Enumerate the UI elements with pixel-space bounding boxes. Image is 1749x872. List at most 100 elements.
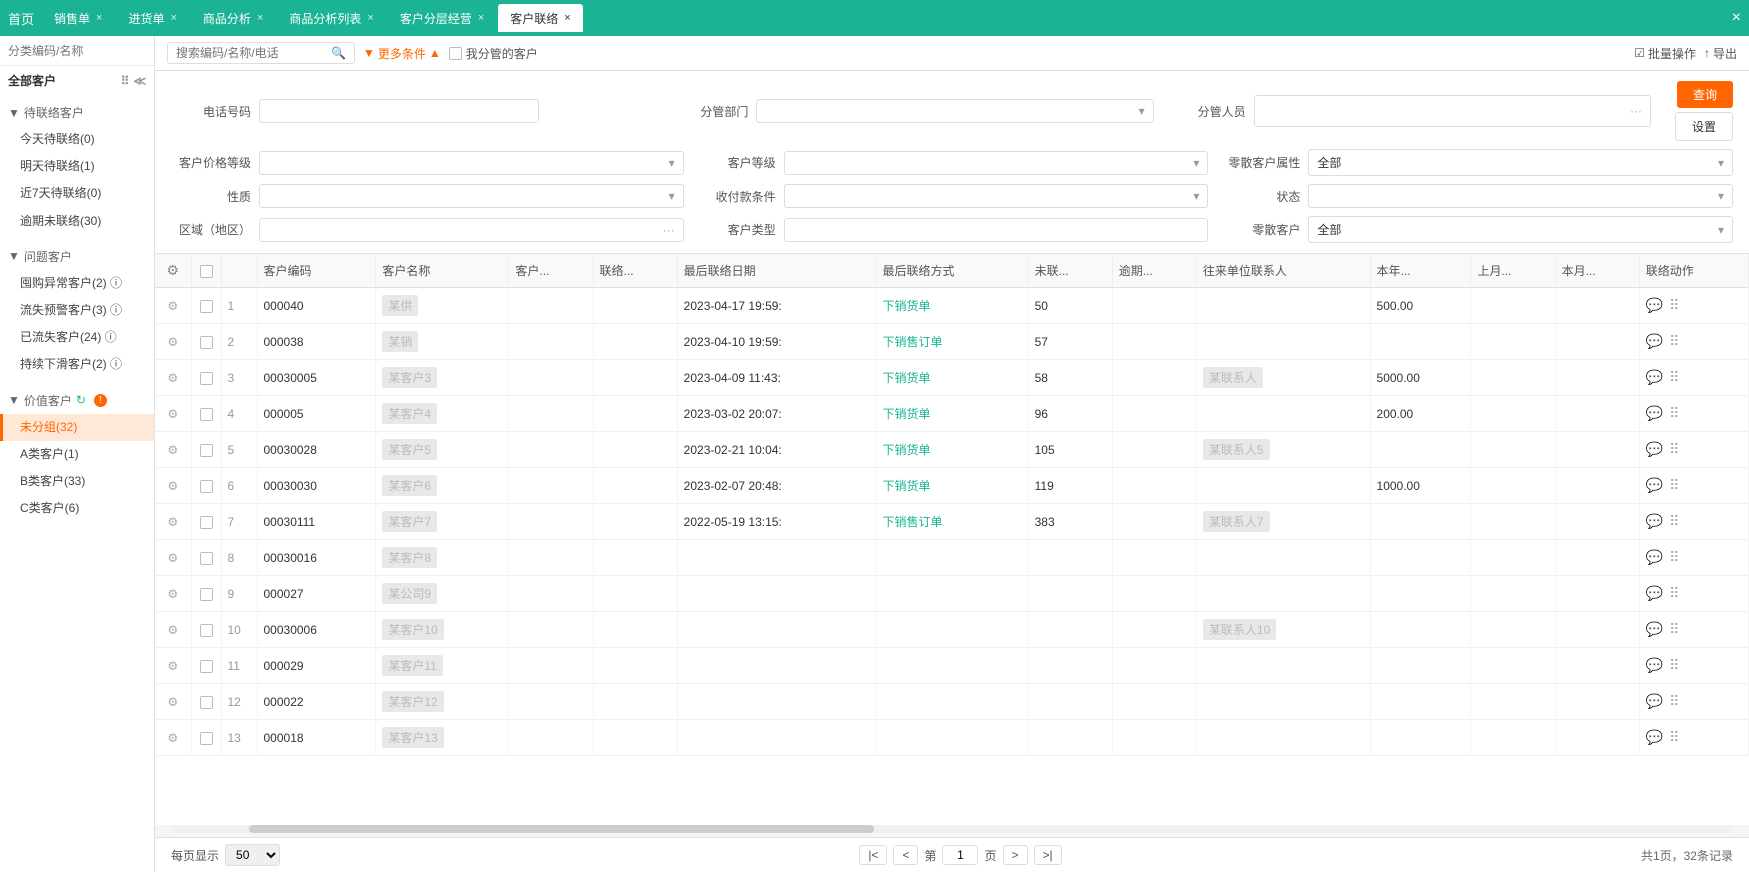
td-settings[interactable]: ⚙ <box>155 648 191 684</box>
sidebar-item-b-class[interactable]: B类客户(33) <box>0 468 154 495</box>
row-checkbox[interactable] <box>200 336 213 349</box>
td-check[interactable] <box>191 360 221 396</box>
payment-select-wrap[interactable]: ▾ <box>784 184 1209 208</box>
sidebar-item-churned[interactable]: 已流失客户(24) ⓘ <box>0 324 154 351</box>
row-checkbox[interactable] <box>200 372 213 385</box>
td-last-contact-method[interactable]: 下销货单 <box>876 468 1028 504</box>
th-settings[interactable]: ⚙ <box>155 254 191 288</box>
row-settings-icon[interactable]: ⚙ <box>167 731 178 745</box>
row-checkbox[interactable] <box>200 696 213 709</box>
region-select[interactable] <box>268 223 663 237</box>
page-number-input[interactable] <box>942 845 978 865</box>
message-icon[interactable]: 💬 <box>1646 369 1663 386</box>
td-settings[interactable]: ⚙ <box>155 684 191 720</box>
contact-method-link[interactable]: 下销货单 <box>882 407 930 421</box>
th-this-month[interactable]: 本月... <box>1555 254 1639 288</box>
tab-purchase-order[interactable]: 进货单 × <box>116 4 188 32</box>
price-level-select[interactable] <box>268 156 665 170</box>
value-customers-group-title[interactable]: ▼ 价值客户 ↻ ! <box>0 387 154 414</box>
pending-contact-group-title[interactable]: ▼ 待联络客户 <box>0 99 154 126</box>
th-last-contact-date[interactable]: 最后联络日期 <box>677 254 876 288</box>
td-last-contact-method[interactable]: 下销货单 <box>876 396 1028 432</box>
grid-action-icon[interactable]: ⠿ <box>1669 693 1679 710</box>
td-settings[interactable]: ⚙ <box>155 288 191 324</box>
message-icon[interactable]: 💬 <box>1646 621 1663 638</box>
message-icon[interactable]: 💬 <box>1646 441 1663 458</box>
td-check[interactable] <box>191 468 221 504</box>
td-settings[interactable]: ⚙ <box>155 432 191 468</box>
tab-close-sales-order[interactable]: × <box>96 12 102 24</box>
row-settings-icon[interactable]: ⚙ <box>167 659 178 673</box>
td-check[interactable] <box>191 504 221 540</box>
td-settings[interactable]: ⚙ <box>155 720 191 756</box>
td-check[interactable] <box>191 540 221 576</box>
th-code[interactable]: 客户编码 <box>257 254 376 288</box>
query-btn[interactable]: 查询 <box>1677 81 1733 108</box>
person-input[interactable] <box>1263 100 1630 122</box>
grid-action-icon[interactable]: ⠿ <box>1669 657 1679 674</box>
contact-method-link[interactable]: 下销货单 <box>882 479 930 493</box>
td-check[interactable] <box>191 324 221 360</box>
refresh-icon[interactable]: ↻ <box>76 393 90 407</box>
phone-input[interactable] <box>259 99 539 123</box>
message-icon[interactable]: 💬 <box>1646 297 1663 314</box>
customer-level-select[interactable] <box>793 156 1190 170</box>
contact-method-link[interactable]: 下销售订单 <box>882 335 942 349</box>
price-level-select-wrap[interactable]: ▾ <box>259 151 684 175</box>
sidebar-item-ungroupe[interactable]: 未分组(32) <box>0 414 154 441</box>
row-checkbox[interactable] <box>200 660 213 673</box>
page-next-btn[interactable]: > <box>1003 845 1028 865</box>
td-last-contact-method[interactable]: 下销货单 <box>876 432 1028 468</box>
td-last-contact-method[interactable]: 下销货单 <box>876 360 1028 396</box>
td-settings[interactable]: ⚙ <box>155 468 191 504</box>
row-checkbox[interactable] <box>200 444 213 457</box>
batch-op-btn[interactable]: ☑ 批量操作 <box>1634 45 1696 62</box>
tab-close-product-analysis-list[interactable]: × <box>367 12 373 24</box>
td-check[interactable] <box>191 684 221 720</box>
row-checkbox[interactable] <box>200 480 213 493</box>
customer-level-select-wrap[interactable]: ▾ <box>784 151 1209 175</box>
reset-btn[interactable]: 设置 <box>1675 112 1733 141</box>
tab-customer-contact[interactable]: 客户联络 × <box>498 4 582 32</box>
customer-type-select[interactable] <box>793 223 1200 237</box>
th-name[interactable]: 客户名称 <box>376 254 509 288</box>
th-no-contact[interactable]: 未联... <box>1028 254 1112 288</box>
message-icon[interactable]: 💬 <box>1646 513 1663 530</box>
region-dots[interactable]: ··· <box>663 223 675 237</box>
row-settings-icon[interactable]: ⚙ <box>167 443 178 457</box>
horizontal-scrollbar[interactable] <box>171 825 1733 833</box>
per-page-select[interactable]: 50 20 100 <box>225 844 280 866</box>
tab-close-product-analysis[interactable]: × <box>257 12 263 24</box>
sidebar-item-c-class[interactable]: C类客户(6) <box>0 495 154 522</box>
sidebar-search-input[interactable] <box>8 44 155 58</box>
tab-close-customer-segment[interactable]: × <box>478 12 484 24</box>
my-customers-checkbox-label[interactable]: 我分管的客户 <box>449 45 538 62</box>
sidebar-item-7days-pending[interactable]: 近7天待联络(0) <box>0 180 154 207</box>
sidebar-item-churn-warning[interactable]: 流失预警客户(3) ⓘ <box>0 297 154 324</box>
td-check[interactable] <box>191 576 221 612</box>
grid-action-icon[interactable]: ⠿ <box>1669 729 1679 746</box>
message-icon[interactable]: 💬 <box>1646 405 1663 422</box>
my-customers-checkbox[interactable] <box>449 47 462 60</box>
customer-type-select-wrap[interactable] <box>784 218 1209 242</box>
th-type[interactable]: 客户... <box>509 254 593 288</box>
th-contact[interactable]: 联络... <box>593 254 677 288</box>
td-last-contact-method[interactable]: 下销售订单 <box>876 324 1028 360</box>
message-icon[interactable]: 💬 <box>1646 549 1663 566</box>
td-last-contact-method[interactable] <box>876 540 1028 576</box>
tab-home[interactable]: 首页 <box>8 9 34 28</box>
message-icon[interactable]: 💬 <box>1646 333 1663 350</box>
grid-action-icon[interactable]: ⠿ <box>1669 585 1679 602</box>
row-checkbox[interactable] <box>200 516 213 529</box>
row-settings-icon[interactable]: ⚙ <box>167 551 178 565</box>
contact-method-link[interactable]: 下销售订单 <box>882 515 942 529</box>
page-first-btn[interactable]: |< <box>859 845 887 865</box>
row-settings-icon[interactable]: ⚙ <box>167 695 178 709</box>
message-icon[interactable]: 💬 <box>1646 693 1663 710</box>
grid-action-icon[interactable]: ⠿ <box>1669 405 1679 422</box>
status-select-wrap[interactable]: ▾ <box>1308 184 1733 208</box>
page-last-btn[interactable]: >| <box>1034 845 1062 865</box>
td-settings[interactable]: ⚙ <box>155 396 191 432</box>
tab-product-analysis-list[interactable]: 商品分析列表 × <box>277 4 385 32</box>
td-check[interactable] <box>191 612 221 648</box>
